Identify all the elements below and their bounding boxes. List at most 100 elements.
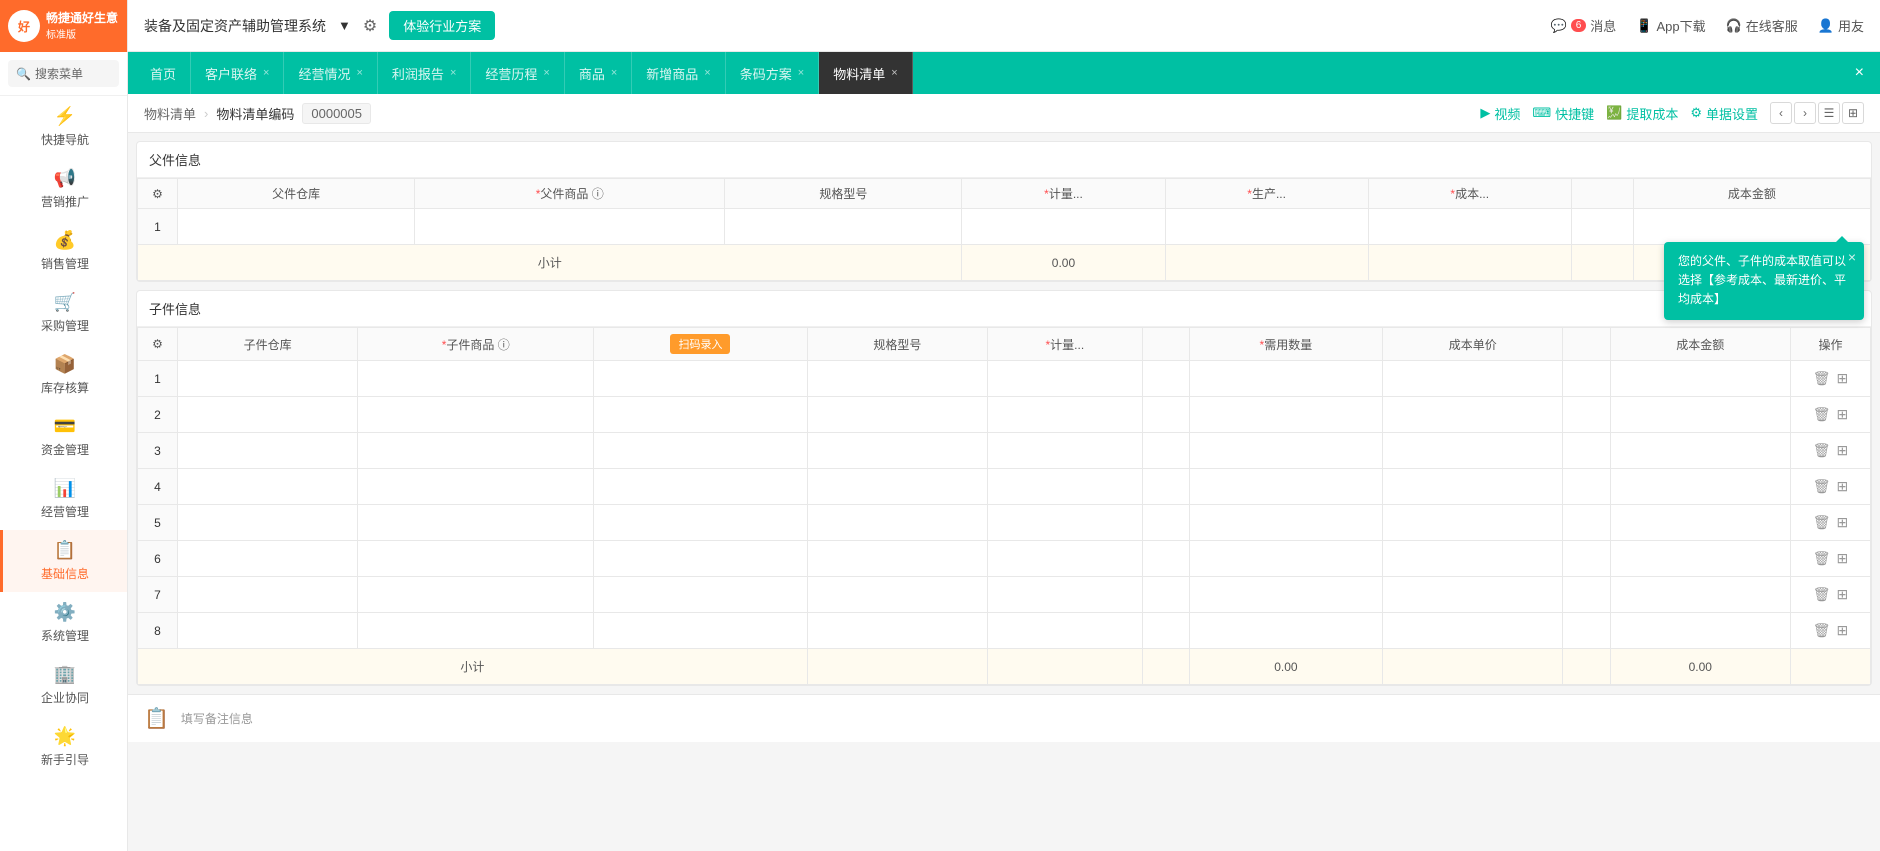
app-download-button[interactable]: 📱 App下载 [1636,16,1705,35]
child-row-8-quantity[interactable] [1189,613,1382,649]
tab-operations[interactable]: 经营情况 × [284,52,377,94]
child-row-5-unit[interactable] [988,505,1142,541]
child-row-1-spec[interactable] [807,361,987,397]
experience-button[interactable]: 体验行业方案 [389,11,495,40]
child-row-4-quantity[interactable] [1189,469,1382,505]
child-col-settings[interactable]: ⚙ [138,328,178,361]
tab-history-close[interactable]: × [543,67,549,79]
copy-icon[interactable]: ⊞ [1837,622,1849,639]
child-row-7-goods[interactable] [358,577,594,613]
delete-icon[interactable]: 🗑 [1813,442,1831,459]
close-all-tabs-button[interactable]: × [1847,64,1872,82]
scan-input-button[interactable]: 扫码录入 [670,334,730,354]
child-row-6-spec[interactable] [807,541,987,577]
child-row-6-unit[interactable] [988,541,1142,577]
tab-barcode[interactable]: 条码方案 × [726,52,819,94]
tab-barcode-close[interactable]: × [798,67,804,79]
message-button[interactable]: 💬 6 消息 [1551,16,1617,35]
child-row-4-warehouse[interactable] [178,469,358,505]
child-row-5-warehouse[interactable] [178,505,358,541]
child-row-3-spec[interactable] [807,433,987,469]
child-row-6-warehouse[interactable] [178,541,358,577]
sidebar-item-system[interactable]: ⚙️ 系统管理 [0,592,127,654]
child-row-4-spec[interactable] [807,469,987,505]
shortcut-button[interactable]: ⌨ 快捷键 [1532,104,1594,123]
system-select-dropdown[interactable]: ▼ [338,18,351,33]
child-row-8-warehouse[interactable] [178,613,358,649]
copy-icon[interactable]: ⊞ [1837,514,1849,531]
copy-icon[interactable]: ⊞ [1837,550,1849,567]
sidebar-item-inventory[interactable]: 📦 库存核算 [0,344,127,406]
parent-row-1-cost[interactable] [1368,209,1571,245]
sidebar-item-finance[interactable]: 💳 资金管理 [0,406,127,468]
child-row-2-warehouse[interactable] [178,397,358,433]
copy-icon[interactable]: ⊞ [1837,406,1849,423]
sidebar-item-enterprise[interactable]: 🏢 企业协同 [0,654,127,716]
child-row-2-unit[interactable] [988,397,1142,433]
child-row-3-goods[interactable] [358,433,594,469]
online-support-button[interactable]: 🎧 在线客服 [1726,16,1798,35]
child-row-2-unit-cost[interactable] [1383,397,1563,433]
delete-icon[interactable]: 🗑 [1813,370,1831,387]
tab-goods[interactable]: 商品 × [565,52,632,94]
child-row-8-spec[interactable] [807,613,987,649]
child-row-8-unit[interactable] [988,613,1142,649]
child-row-6-quantity[interactable] [1189,541,1382,577]
copy-icon[interactable]: ⊞ [1837,442,1849,459]
child-row-2-quantity[interactable] [1189,397,1382,433]
parent-row-1-unit[interactable] [962,209,1165,245]
child-row-3-warehouse[interactable] [178,433,358,469]
delete-icon[interactable]: 🗑 [1813,550,1831,567]
tab-customer[interactable]: 客户联络 × [191,52,284,94]
delete-icon[interactable]: 🗑 [1813,514,1831,531]
child-row-2-spec[interactable] [807,397,987,433]
delete-icon[interactable]: 🗑 [1813,586,1831,603]
child-row-5-goods[interactable] [358,505,594,541]
child-row-1-quantity[interactable] [1189,361,1382,397]
parent-row-1-goods[interactable] [415,209,725,245]
copy-icon[interactable]: ⊞ [1837,370,1849,387]
child-row-6-unit-cost[interactable] [1383,541,1563,577]
child-row-7-warehouse[interactable] [178,577,358,613]
child-row-1-unit-cost[interactable] [1383,361,1563,397]
child-row-8-unit-cost[interactable] [1383,613,1563,649]
child-row-3-unit-cost[interactable] [1383,433,1563,469]
sidebar-item-sales[interactable]: 💰 销售管理 [0,220,127,282]
child-row-7-spec[interactable] [807,577,987,613]
child-row-3-unit[interactable] [988,433,1142,469]
tab-bom-close[interactable]: × [891,67,897,79]
sidebar-item-marketing[interactable]: 📢 营销推广 [0,158,127,220]
copy-icon[interactable]: ⊞ [1837,478,1849,495]
tab-new-goods[interactable]: 新增商品 × [632,52,725,94]
nav-expand-button[interactable]: ⊞ [1842,102,1864,124]
child-row-5-quantity[interactable] [1189,505,1382,541]
child-row-7-unit[interactable] [988,577,1142,613]
sidebar-item-quick-nav[interactable]: ⚡ 快捷导航 [0,96,127,158]
tab-profit[interactable]: 利润报告 × [378,52,471,94]
child-row-5-unit-cost[interactable] [1383,505,1563,541]
nav-menu-button[interactable]: ☰ [1818,102,1840,124]
child-row-1-warehouse[interactable] [178,361,358,397]
child-row-4-unit[interactable] [988,469,1142,505]
child-row-3-quantity[interactable] [1189,433,1382,469]
sidebar-item-guide[interactable]: 🌟 新手引导 [0,716,127,778]
tab-operations-close[interactable]: × [356,67,362,79]
user-avatar[interactable]: 👤 用友 [1818,16,1864,35]
tab-history[interactable]: 经营历程 × [471,52,564,94]
tab-profit-close[interactable]: × [450,67,456,79]
view-video-button[interactable]: ▶ 视频 [1480,104,1520,123]
child-row-7-quantity[interactable] [1189,577,1382,613]
child-row-8-goods[interactable] [358,613,594,649]
child-row-6-goods[interactable] [358,541,594,577]
child-row-1-goods[interactable] [358,361,594,397]
nav-next-button[interactable]: › [1794,102,1816,124]
child-row-4-unit-cost[interactable] [1383,469,1563,505]
delete-icon[interactable]: 🗑 [1813,406,1831,423]
extract-cost-button[interactable]: 💹 提取成本 [1606,104,1678,123]
settings-gear-icon[interactable]: ⚙ [363,16,377,36]
child-row-1-unit[interactable] [988,361,1142,397]
tab-customer-close[interactable]: × [263,67,269,79]
nav-prev-button[interactable]: ‹ [1770,102,1792,124]
notes-icon[interactable]: 📋 [144,706,169,731]
child-row-7-unit-cost[interactable] [1383,577,1563,613]
